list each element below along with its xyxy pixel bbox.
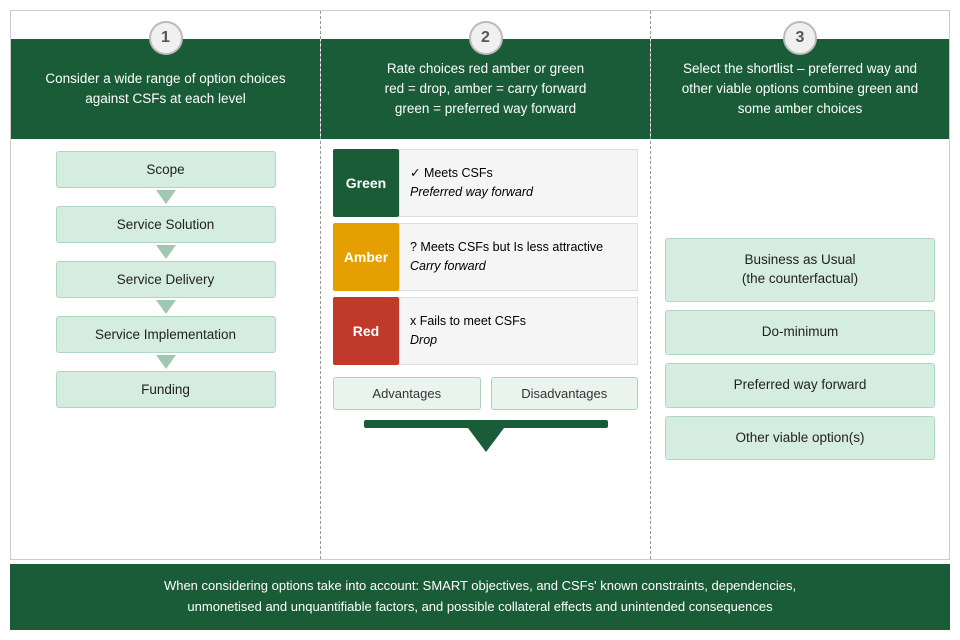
amber-text: ? Meets CSFs but Is less attractiveCarry… <box>399 223 638 291</box>
column-2: 2 Rate choices red amber or greenred = d… <box>321 11 651 559</box>
flow-item-funding: Funding <box>56 371 276 408</box>
green-label: Green <box>333 149 399 217</box>
scale-triangle <box>468 428 504 452</box>
column-1: 1 Consider a wide range of option choice… <box>11 11 321 559</box>
footer-banner: When considering options take into accou… <box>10 564 950 630</box>
scale-bar <box>364 420 608 428</box>
flow-item-service-implementation: Service Implementation <box>56 316 276 353</box>
rating-amber: Amber ? Meets CSFs but Is less attractiv… <box>333 223 638 291</box>
flow-arrow-3 <box>156 300 176 314</box>
shortlist-item-bau: Business as Usual(the counterfactual) <box>665 238 935 302</box>
red-description: x Fails to meet CSFsDrop <box>410 312 526 350</box>
amber-description: ? Meets CSFs but Is less attractiveCarry… <box>410 238 603 276</box>
red-text: x Fails to meet CSFsDrop <box>399 297 638 365</box>
shortlist-items: Business as Usual(the counterfactual) Do… <box>651 139 949 559</box>
advantages-box: Advantages <box>333 377 481 410</box>
shortlist-item-other: Other viable option(s) <box>665 416 935 461</box>
flow-item-scope: Scope <box>56 151 276 188</box>
flow-item-service-delivery: Service Delivery <box>56 261 276 298</box>
scale-visual <box>333 416 638 458</box>
badge-2: 2 <box>469 21 503 55</box>
badge-3: 3 <box>783 21 817 55</box>
col2-body: Green ✓ Meets CSFsPreferred way forward … <box>321 139 650 559</box>
flow-items: Scope Service Solution Service Delivery … <box>11 139 320 559</box>
flow-arrow-1 <box>156 190 176 204</box>
green-text: ✓ Meets CSFsPreferred way forward <box>399 149 638 217</box>
column-3: 3 Select the shortlist – preferred way a… <box>651 11 949 559</box>
red-label: Red <box>333 297 399 365</box>
shortlist-item-preferred: Preferred way forward <box>665 363 935 408</box>
shortlist-item-dominimum: Do-minimum <box>665 310 935 355</box>
flow-item-service-solution: Service Solution <box>56 206 276 243</box>
adv-disadv-row: Advantages Disadvantages <box>333 377 638 410</box>
flow-arrow-2 <box>156 245 176 259</box>
col2-header-text: Rate choices red amber or greenred = dro… <box>385 59 587 120</box>
flow-arrow-4 <box>156 355 176 369</box>
col3-header-text: Select the shortlist – preferred way and… <box>667 59 933 120</box>
rating-green: Green ✓ Meets CSFsPreferred way forward <box>333 149 638 217</box>
green-description: ✓ Meets CSFsPreferred way forward <box>410 164 533 202</box>
amber-label: Amber <box>333 223 399 291</box>
disadvantages-box: Disadvantages <box>491 377 639 410</box>
col1-header-text: Consider a wide range of option choices … <box>27 69 304 110</box>
rating-red: Red x Fails to meet CSFsDrop <box>333 297 638 365</box>
footer-text: When considering options take into accou… <box>164 578 796 614</box>
badge-1: 1 <box>149 21 183 55</box>
